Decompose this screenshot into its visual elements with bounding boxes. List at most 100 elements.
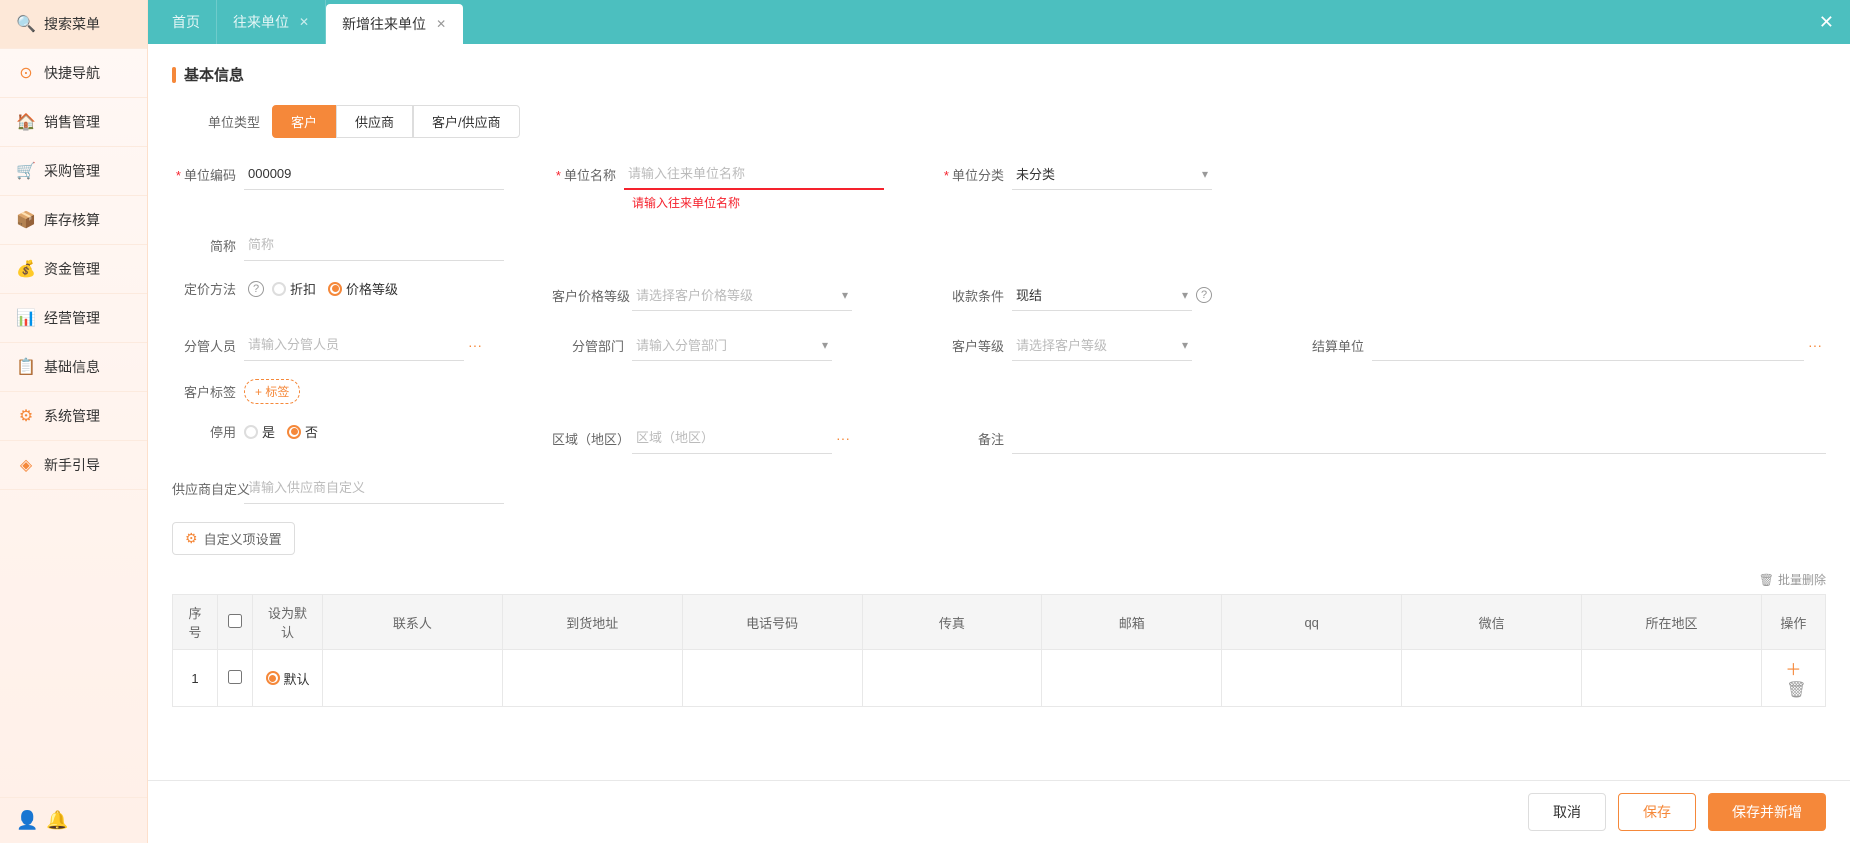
- form-row-supplier-custom: 供应商自定义: [172, 472, 1826, 504]
- manager-field: 分管人员 ···: [172, 329, 552, 361]
- department-field: 分管部门 请输入分管部门 ▾: [552, 329, 932, 361]
- basic-icon: 📋: [16, 357, 36, 377]
- select-all-checkbox[interactable]: [228, 614, 242, 628]
- customer-level-field: 客户等级 请选择客户等级 ▾: [932, 329, 1292, 361]
- contact-input[interactable]: [333, 662, 492, 694]
- unit-name-input[interactable]: [624, 158, 884, 190]
- abbr-input[interactable]: [244, 229, 504, 261]
- sidebar-item-finance[interactable]: 💰 资金管理: [0, 245, 147, 294]
- sidebar-item-label: 新手引导: [44, 455, 100, 475]
- row-index: 1: [173, 650, 218, 707]
- custom-settings-button[interactable]: ⚙ 自定义项设置: [172, 522, 295, 555]
- col-region: 所在地区: [1582, 595, 1762, 650]
- row-default-radio[interactable]: 默认: [263, 669, 312, 688]
- payment-help-icon[interactable]: ?: [1196, 287, 1212, 303]
- department-select[interactable]: 请输入分管部门 ▾: [632, 329, 832, 361]
- region-ellipsis[interactable]: ···: [832, 430, 854, 446]
- tab-new-partner-close[interactable]: ✕: [436, 17, 446, 31]
- sidebar-item-system[interactable]: ⚙ 系统管理: [0, 392, 147, 441]
- row-add-button[interactable]: ＋: [1785, 662, 1801, 679]
- tab-partner-close[interactable]: ✕: [299, 15, 309, 29]
- row-checkbox[interactable]: [228, 670, 242, 684]
- fax-input[interactable]: [873, 662, 1032, 694]
- pricing-price-level[interactable]: 价格等级: [328, 279, 398, 298]
- manager-input[interactable]: [244, 329, 464, 361]
- payment-select[interactable]: 现结 ▾: [1012, 279, 1192, 311]
- unit-type-supplier[interactable]: 供应商: [336, 105, 413, 138]
- tab-home[interactable]: 首页: [156, 0, 217, 44]
- settlement-input[interactable]: [1372, 329, 1804, 361]
- radio-yes: [244, 425, 258, 439]
- unit-category-select[interactable]: 未分类 ▾: [1012, 158, 1212, 190]
- window-close-button[interactable]: ✕: [1811, 12, 1842, 33]
- form-row-abbr: 简称: [172, 229, 1826, 261]
- sidebar-item-sales[interactable]: 🏠 销售管理: [0, 98, 147, 147]
- disabled-no[interactable]: 否: [287, 422, 318, 441]
- form-row-disabled: 停用 是 否 区域（地区） ···: [172, 422, 1826, 454]
- sidebar-item-search[interactable]: 🔍 搜索菜单: [0, 0, 147, 49]
- inventory-icon: 📦: [16, 210, 36, 230]
- unit-type-label: 单位类型: [172, 112, 272, 131]
- main-area: 首页 往来单位 ✕ 新增往来单位 ✕ ✕ 基本信息 单位类型 客户 供应商 客户…: [148, 0, 1850, 843]
- bell-icon: 🔔: [46, 810, 68, 831]
- row-delete-button[interactable]: 🗑: [1786, 682, 1806, 699]
- sidebar-item-inventory[interactable]: 📦 库存核算: [0, 196, 147, 245]
- sidebar-item-guide[interactable]: ◈ 新手引导: [0, 441, 147, 490]
- unit-code-label: 单位编码: [172, 165, 244, 184]
- contact-table-section: 🗑 批量删除 序号 设为默认 联系人 到货地址 电话号码 传真 邮箱 qq: [172, 571, 1826, 707]
- price-level-label: 价格等级: [346, 279, 398, 298]
- disabled-field: 停用 是 否: [172, 422, 552, 441]
- sidebar-item-quicknav[interactable]: ⊙ 快捷导航: [0, 49, 147, 98]
- row-region-input[interactable]: [1592, 662, 1751, 694]
- customer-level-select[interactable]: 请选择客户等级 ▾: [1012, 329, 1192, 361]
- tab-home-label: 首页: [172, 12, 200, 32]
- batch-delete-label: 批量删除: [1778, 571, 1826, 588]
- sidebar-item-operations[interactable]: 📊 经营管理: [0, 294, 147, 343]
- col-action: 操作: [1761, 595, 1825, 650]
- settlement-field: 结算单位 ···: [1292, 329, 1826, 361]
- sidebar-item-purchase[interactable]: 🛒 采购管理: [0, 147, 147, 196]
- manager-ellipsis[interactable]: ···: [464, 337, 486, 353]
- phone-input[interactable]: [693, 662, 852, 694]
- address-input[interactable]: [513, 662, 672, 694]
- custom-settings-label: 自定义项设置: [204, 529, 282, 548]
- email-input[interactable]: [1052, 662, 1211, 694]
- add-tag-button[interactable]: + 标签: [244, 379, 300, 404]
- batch-delete-button[interactable]: 🗑 批量删除: [1759, 571, 1826, 588]
- unit-category-value: 未分类: [1016, 164, 1055, 183]
- qq-input[interactable]: [1232, 662, 1391, 694]
- tab-partner[interactable]: 往来单位 ✕: [217, 0, 326, 44]
- operations-icon: 📊: [16, 308, 36, 328]
- pricing-help-icon[interactable]: ?: [248, 281, 264, 297]
- settlement-ellipsis[interactable]: ···: [1804, 337, 1826, 353]
- unit-code-input[interactable]: [244, 158, 504, 190]
- cancel-button[interactable]: 取消: [1528, 793, 1606, 831]
- customer-price-label: 客户价格等级: [552, 286, 632, 305]
- tab-new-partner[interactable]: 新增往来单位 ✕: [326, 4, 463, 44]
- sidebar-item-basic[interactable]: 📋 基础信息: [0, 343, 147, 392]
- supplier-custom-input[interactable]: [244, 472, 504, 504]
- remark-input[interactable]: [1012, 422, 1826, 454]
- save-new-button[interactable]: 保存并新增: [1708, 793, 1826, 831]
- region-input[interactable]: [632, 422, 832, 454]
- col-index: 序号: [173, 595, 218, 650]
- unit-category-label: 单位分类: [932, 165, 1012, 184]
- default-label: 默认: [284, 669, 310, 688]
- delete-icon: 🗑: [1759, 573, 1774, 587]
- row-fax: [862, 650, 1042, 707]
- pricing-discount[interactable]: 折扣: [272, 279, 316, 298]
- customer-price-select[interactable]: 请选择客户价格等级 ▾: [632, 279, 852, 311]
- sidebar-item-label: 快捷导航: [44, 63, 100, 83]
- pricing-field: 定价方法 ? 折扣 价格等级: [172, 279, 552, 298]
- unit-type-both[interactable]: 客户/供应商: [413, 105, 520, 138]
- table-actions: 🗑 批量删除: [172, 571, 1826, 588]
- unit-type-customer[interactable]: 客户: [272, 105, 336, 138]
- abbr-field: 简称: [172, 229, 552, 261]
- disabled-yes[interactable]: 是: [244, 422, 275, 441]
- chevron-down-icon: ▾: [842, 288, 848, 302]
- wechat-input[interactable]: [1412, 662, 1571, 694]
- tab-partner-label: 往来单位: [233, 12, 289, 32]
- col-email: 邮箱: [1042, 595, 1222, 650]
- chevron-down-icon: ▾: [1182, 288, 1188, 302]
- save-button[interactable]: 保存: [1618, 793, 1696, 831]
